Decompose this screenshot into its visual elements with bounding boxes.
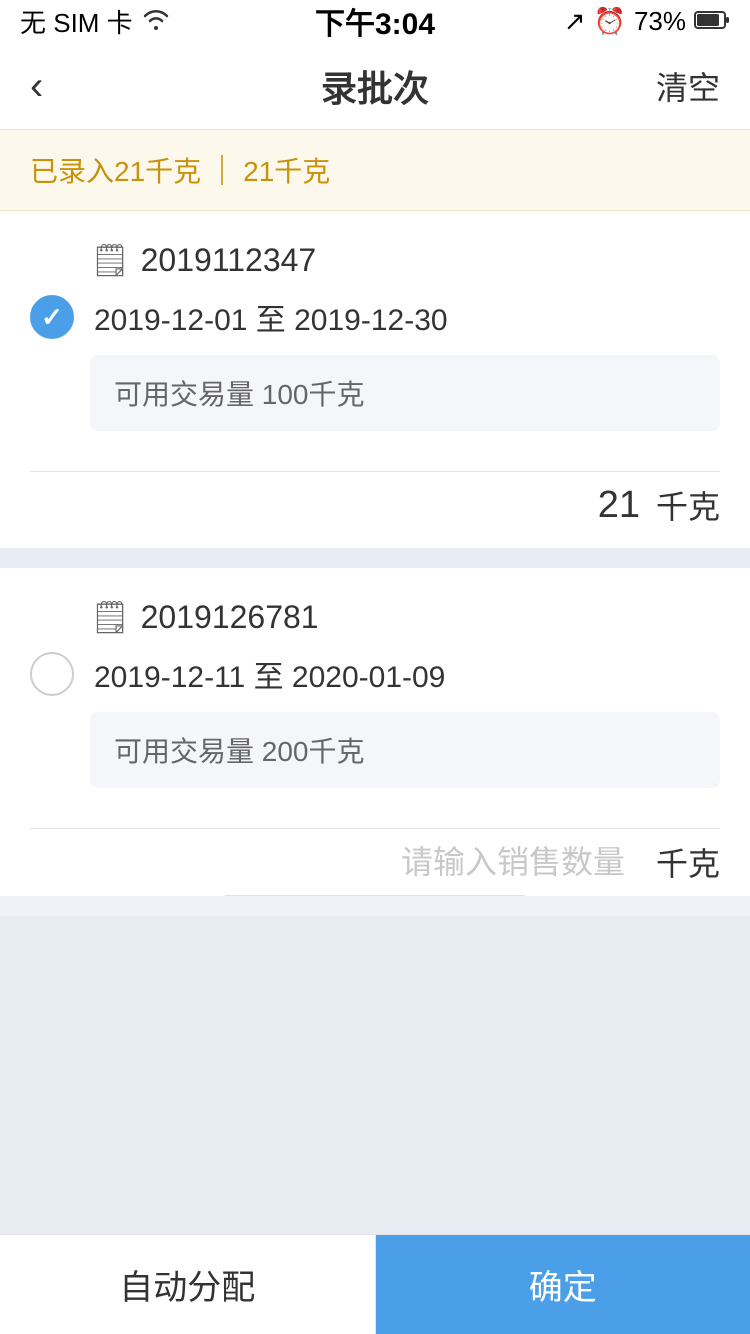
confirm-button[interactable]: 确定 <box>376 1235 750 1334</box>
footer: 自动分配 确定 <box>0 1234 750 1334</box>
confirm-label: 确定 <box>529 1260 597 1309</box>
status-left: 无 SIM 卡 <box>20 3 171 40</box>
back-button[interactable]: ‹ <box>30 66 43 106</box>
batch-card-1: 🗒 2019112347 ✓ 2019-12-01 至 2019-12-30 可… <box>0 211 750 548</box>
batch-date-2: 2019-12-11 至 2020-01-09 <box>94 652 445 696</box>
wifi-icon <box>141 6 171 37</box>
nav-bar: ‹ 录批次 清空 <box>0 42 750 130</box>
section-divider <box>0 548 750 568</box>
clear-button[interactable]: 清空 <box>656 63 720 109</box>
no-sim-text: 无 SIM 卡 <box>20 3 133 40</box>
radio-button-2[interactable] <box>30 652 74 696</box>
batch-id-2: 2019126781 <box>141 599 319 636</box>
batch-date-row-2[interactable]: 2019-12-11 至 2020-01-09 <box>30 652 720 696</box>
page-title: 录批次 <box>321 60 429 112</box>
battery-text: 73% <box>634 6 686 37</box>
banner-divider <box>221 155 223 185</box>
status-time: 下午3:04 <box>315 0 435 43</box>
check-icon-1: ✓ <box>41 302 63 333</box>
qty-unit-1: 千克 <box>656 482 720 528</box>
available-qty-1: 可用交易量 100千克 <box>90 355 720 431</box>
battery-icon <box>694 6 730 37</box>
alarm-icon: ⏰ <box>594 6 626 37</box>
recorded-amount: 已录入21千克 <box>30 150 201 190</box>
status-bar: 无 SIM 卡 下午3:04 ↗ ⏰ 73% <box>0 0 750 42</box>
batch-id-1: 2019112347 <box>141 242 317 279</box>
qty-row-1: 21 千克 <box>0 472 750 548</box>
qty-value-1: 21 <box>598 484 640 527</box>
batch-date-row-1[interactable]: ✓ 2019-12-01 至 2019-12-30 <box>30 295 720 339</box>
total-amount: 21千克 <box>243 150 330 190</box>
location-icon: ↗ <box>564 6 586 37</box>
batch-item-1: 🗒 2019112347 ✓ 2019-12-01 至 2019-12-30 可… <box>0 211 750 471</box>
batch-card-2: 🗒 2019126781 2019-12-11 至 2020-01-09 可用交… <box>0 568 750 896</box>
batch-date-1: 2019-12-01 至 2019-12-30 <box>94 295 448 339</box>
batch-doc-icon-1: 🗒 <box>90 241 131 279</box>
qty-input-row-2[interactable]: 千克 <box>0 829 750 895</box>
qty-unit-2: 千克 <box>656 839 720 885</box>
batch-doc-icon-2: 🗒 <box>90 598 131 636</box>
available-qty-2: 可用交易量 200千克 <box>90 712 720 788</box>
batch-item-2: 🗒 2019126781 2019-12-11 至 2020-01-09 可用交… <box>0 568 750 828</box>
auto-distribute-button[interactable]: 自动分配 <box>0 1235 376 1334</box>
info-banner: 已录入21千克 21千克 <box>0 130 750 211</box>
qty-input-2[interactable] <box>30 844 640 881</box>
radio-button-1[interactable]: ✓ <box>30 295 74 339</box>
batch-id-row-2: 🗒 2019126781 <box>90 598 720 636</box>
batch-id-row-1: 🗒 2019112347 <box>90 241 720 279</box>
status-right: ↗ ⏰ 73% <box>564 6 730 37</box>
auto-distribute-label: 自动分配 <box>119 1260 255 1309</box>
